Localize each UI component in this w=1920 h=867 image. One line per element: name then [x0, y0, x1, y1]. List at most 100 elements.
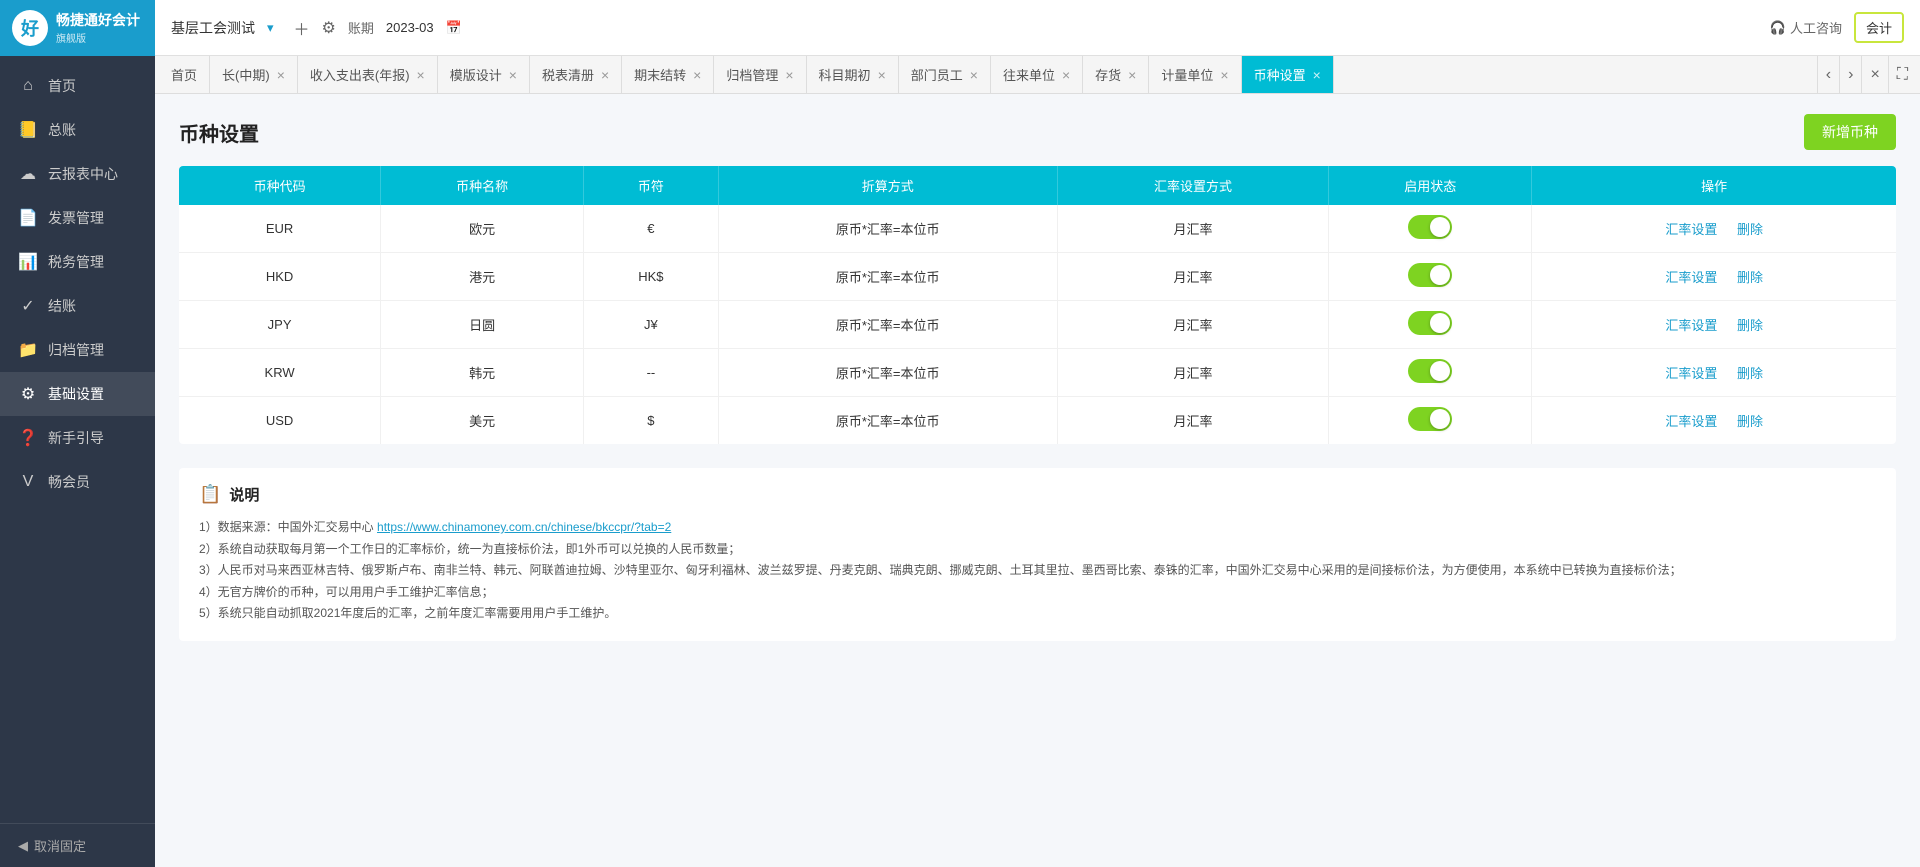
rate-setting-link[interactable]: 汇率设置 [1665, 318, 1717, 333]
cell-symbol: € [584, 205, 718, 253]
tab-tax-list[interactable]: 税表清册 × [530, 56, 622, 94]
collapse-arrow-icon: ◀ [18, 838, 28, 854]
tab-label: 计量单位 [1161, 65, 1213, 84]
table-row: USD 美元 $ 原币*汇率=本位币 月汇率 汇率设置 删除 [179, 397, 1896, 445]
tab-subject[interactable]: 科目期初 × [807, 56, 899, 94]
cell-name: 美元 [381, 397, 584, 445]
add-tab-btn[interactable]: ＋ [294, 16, 310, 40]
tab-close-icon[interactable]: × [1062, 67, 1070, 83]
tab-close-icon[interactable]: × [785, 67, 793, 83]
tab-inventory[interactable]: 存货 × [1083, 56, 1149, 94]
notes-title: 📋 说明 [199, 484, 1876, 505]
tab-close-icon[interactable]: × [693, 67, 701, 83]
sidebar-item-checkout[interactable]: ✓ 结账 [0, 284, 155, 328]
notes-link[interactable]: https://www.chinamoney.com.cn/chinese/bk… [377, 520, 671, 534]
sidebar-collapse-btn[interactable]: ◀ 取消固定 [0, 823, 155, 867]
cell-code: KRW [179, 349, 381, 397]
toggle-enabled[interactable] [1408, 407, 1452, 431]
tab-period-transfer[interactable]: 期末结转 × [622, 56, 714, 94]
tab-close-icon[interactable]: × [970, 67, 978, 83]
cell-calc: 原币*汇率=本位币 [718, 397, 1057, 445]
content-area: 币种设置 新增币种 币种代码 币种名称 币符 折算方式 汇率设置方式 启用状态 … [155, 94, 1920, 867]
sidebar-item-invoice[interactable]: 📄 发票管理 [0, 196, 155, 240]
delete-link[interactable]: 删除 [1737, 222, 1763, 237]
tab-annual[interactable]: 收入支出表(年报) × [298, 56, 438, 94]
toggle-enabled[interactable] [1408, 359, 1452, 383]
tab-home[interactable]: 首页 [159, 56, 210, 94]
rate-setting-link[interactable]: 汇率设置 [1665, 366, 1717, 381]
sidebar-item-label: 新手引导 [48, 428, 104, 448]
page-header: 币种设置 新增币种 [179, 114, 1896, 150]
tab-currency[interactable]: 币种设置 × [1242, 56, 1334, 94]
rate-setting-link[interactable]: 汇率设置 [1665, 270, 1717, 285]
sidebar-item-label: 基础设置 [48, 384, 104, 404]
cell-calc: 原币*汇率=本位币 [718, 205, 1057, 253]
tab-label: 归档管理 [726, 65, 778, 84]
tab-close-icon[interactable]: × [509, 67, 517, 83]
delete-link[interactable]: 删除 [1737, 270, 1763, 285]
help-btn[interactable]: 🎧 人工咨询 [1770, 18, 1842, 37]
toggle-enabled[interactable] [1408, 311, 1452, 335]
home-icon: ⌂ [18, 77, 38, 95]
tab-next-btn[interactable]: › [1839, 56, 1861, 94]
ledger-icon: 📒 [18, 120, 38, 140]
tab-close-icon[interactable]: × [1220, 67, 1228, 83]
sidebar-item-member[interactable]: V 畅会员 [0, 460, 155, 504]
header-actions: ＋ ⚙ [294, 16, 336, 40]
cell-rate-type: 月汇率 [1057, 301, 1329, 349]
new-currency-button[interactable]: 新增币种 [1804, 114, 1896, 150]
sidebar-item-label: 发票管理 [48, 208, 104, 228]
company-dropdown-icon[interactable]: ▾ [267, 20, 274, 36]
sidebar-item-settings[interactable]: ⚙ 基础设置 [0, 372, 155, 416]
sidebar-item-guide[interactable]: ❓ 新手引导 [0, 416, 155, 460]
toggle-enabled[interactable] [1408, 215, 1452, 239]
sidebar-item-label: 结账 [48, 296, 76, 316]
tab-archive[interactable]: 归档管理 × [714, 56, 806, 94]
table-row: HKD 港元 HK$ 原币*汇率=本位币 月汇率 汇率设置 删除 [179, 253, 1896, 301]
tab-close-icon[interactable]: × [1313, 67, 1321, 83]
account-btn[interactable]: 会计 [1854, 12, 1904, 43]
tab-label: 期末结转 [634, 65, 686, 84]
tab-close-all-btn[interactable]: × [1861, 56, 1887, 94]
cell-action: 汇率设置 删除 [1532, 397, 1896, 445]
app-edition: 旗舰版 [56, 30, 140, 45]
tab-contacts[interactable]: 往来单位 × [991, 56, 1083, 94]
notes-item-2: 2）系统自动获取每月第一个工作日的汇率标价，统一为直接标价法，即1外币可以兑换的… [199, 539, 1876, 561]
delete-link[interactable]: 删除 [1737, 318, 1763, 333]
notes-item-5: 5）系统只能自动抓取2021年度后的汇率，之前年度汇率需要用用户手工维护。 [199, 603, 1876, 625]
calendar-icon[interactable]: 📅 [446, 20, 462, 36]
tab-midterm[interactable]: 长(中期) × [210, 56, 298, 94]
sidebar-nav: ⌂ 首页 📒 总账 ☁ 云报表中心 📄 发票管理 📊 税务管理 ✓ 结账 📁 归… [0, 56, 155, 823]
toggle-knob [1430, 217, 1450, 237]
tab-close-icon[interactable]: × [277, 67, 285, 83]
table-row: KRW 韩元 -- 原币*汇率=本位币 月汇率 汇率设置 删除 [179, 349, 1896, 397]
cell-code: HKD [179, 253, 381, 301]
sidebar-item-reports[interactable]: ☁ 云报表中心 [0, 152, 155, 196]
tab-template[interactable]: 模版设计 × [438, 56, 530, 94]
sidebar-item-archive[interactable]: 📁 归档管理 [0, 328, 155, 372]
tab-close-icon[interactable]: × [1128, 67, 1136, 83]
tab-fullscreen-btn[interactable]: ⛶ [1888, 56, 1916, 94]
cell-name: 欧元 [381, 205, 584, 253]
rate-setting-link[interactable]: 汇率设置 [1665, 222, 1717, 237]
rate-setting-link[interactable]: 汇率设置 [1665, 414, 1717, 429]
tab-close-icon[interactable]: × [417, 67, 425, 83]
sidebar-item-ledger[interactable]: 📒 总账 [0, 108, 155, 152]
cell-name: 日圆 [381, 301, 584, 349]
settings-btn[interactable]: ⚙ [322, 18, 336, 38]
notes-title-text: 说明 [229, 484, 259, 505]
delete-link[interactable]: 删除 [1737, 414, 1763, 429]
tab-close-icon[interactable]: × [601, 67, 609, 83]
cell-rate-type: 月汇率 [1057, 397, 1329, 445]
period-label: 账期 [348, 18, 374, 37]
sidebar-item-tax[interactable]: 📊 税务管理 [0, 240, 155, 284]
tab-close-icon[interactable]: × [878, 67, 886, 83]
delete-link[interactable]: 删除 [1737, 366, 1763, 381]
cell-status [1329, 397, 1532, 445]
toggle-enabled[interactable] [1408, 263, 1452, 287]
cell-code: USD [179, 397, 381, 445]
tab-prev-btn[interactable]: ‹ [1817, 56, 1839, 94]
sidebar-item-home[interactable]: ⌂ 首页 [0, 64, 155, 108]
tab-unit[interactable]: 计量单位 × [1149, 56, 1241, 94]
tab-department[interactable]: 部门员工 × [899, 56, 991, 94]
